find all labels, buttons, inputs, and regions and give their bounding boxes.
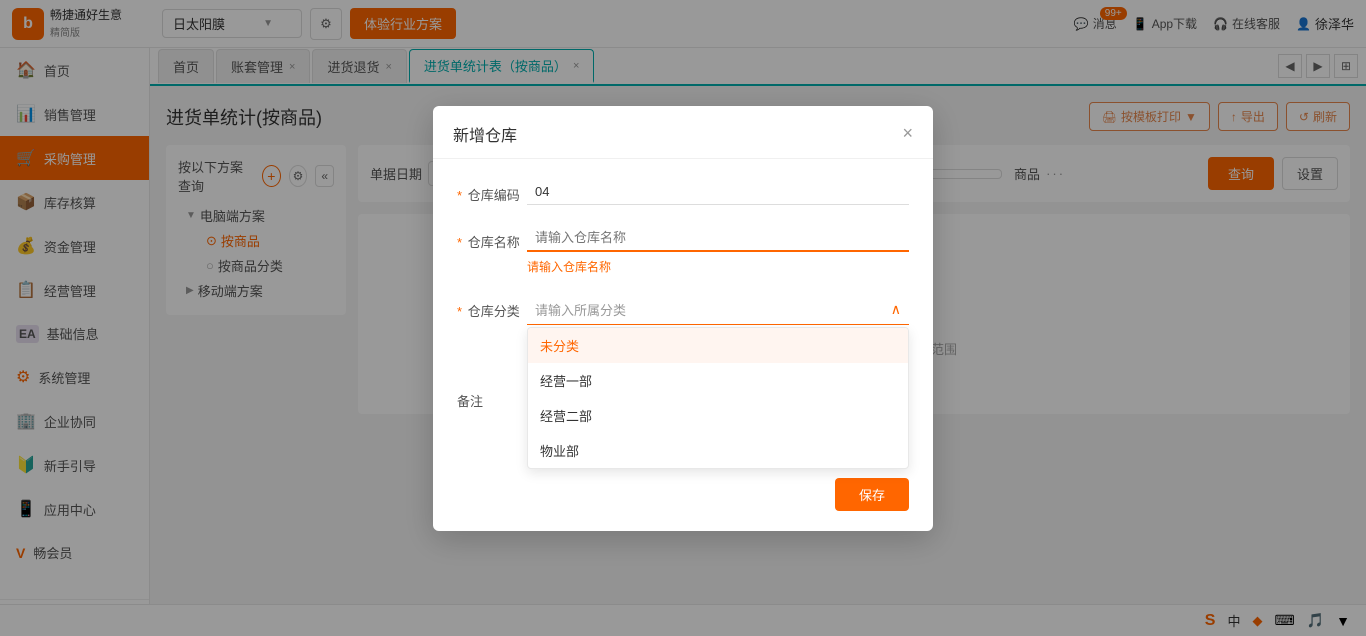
- category-select-text: 请输入所属分类: [535, 300, 891, 319]
- category-dropdown: 未分类 经营一部 经营二部 物业部: [527, 327, 909, 469]
- category-form-row: * 仓库分类 请输入所属分类 ∧ 未分类 经营一部 经营二部 物业部: [457, 295, 909, 325]
- code-label-text: 仓库编码: [468, 188, 520, 203]
- code-label: * 仓库编码: [457, 179, 527, 204]
- save-button[interactable]: 保存: [835, 478, 909, 511]
- dropdown-item-dept3[interactable]: 物业部: [528, 433, 908, 468]
- name-label: * 仓库名称: [457, 226, 527, 251]
- dropdown-item-dept2[interactable]: 经营二部: [528, 398, 908, 433]
- name-required-star: *: [457, 235, 462, 250]
- name-label-text: 仓库名称: [468, 235, 520, 250]
- modal-close-button[interactable]: ×: [902, 123, 913, 144]
- category-label-text: 仓库分类: [468, 304, 520, 319]
- note-label: 备注: [457, 385, 527, 410]
- modal-footer: 保存: [433, 466, 933, 531]
- category-label: * 仓库分类: [457, 295, 527, 320]
- modal-title: 新增仓库: [453, 122, 517, 146]
- dropdown-item-unclassified[interactable]: 未分类: [528, 328, 908, 363]
- category-select[interactable]: 请输入所属分类 ∧: [527, 295, 909, 325]
- modal-header: 新增仓库 ×: [433, 106, 933, 159]
- new-warehouse-modal: 新增仓库 × * 仓库编码 * 仓库名称: [433, 106, 933, 531]
- modal-overlay[interactable]: 新增仓库 × * 仓库编码 * 仓库名称: [0, 0, 1366, 636]
- name-error-message: 请输入仓库名称: [527, 258, 611, 275]
- modal-body: * 仓库编码 * 仓库名称 请输入仓库名称: [433, 159, 933, 466]
- code-required-star: *: [457, 188, 462, 203]
- code-form-row: * 仓库编码: [457, 179, 909, 205]
- dropdown-item-dept1[interactable]: 经营一部: [528, 363, 908, 398]
- category-dropdown-icon: ∧: [891, 301, 901, 318]
- name-input[interactable]: [527, 225, 909, 252]
- name-form-row: * 仓库名称 请输入仓库名称: [457, 225, 909, 275]
- code-input[interactable]: [527, 179, 909, 205]
- category-required-star: *: [457, 304, 462, 319]
- category-select-wrapper: 请输入所属分类 ∧ 未分类 经营一部 经营二部 物业部: [527, 295, 909, 325]
